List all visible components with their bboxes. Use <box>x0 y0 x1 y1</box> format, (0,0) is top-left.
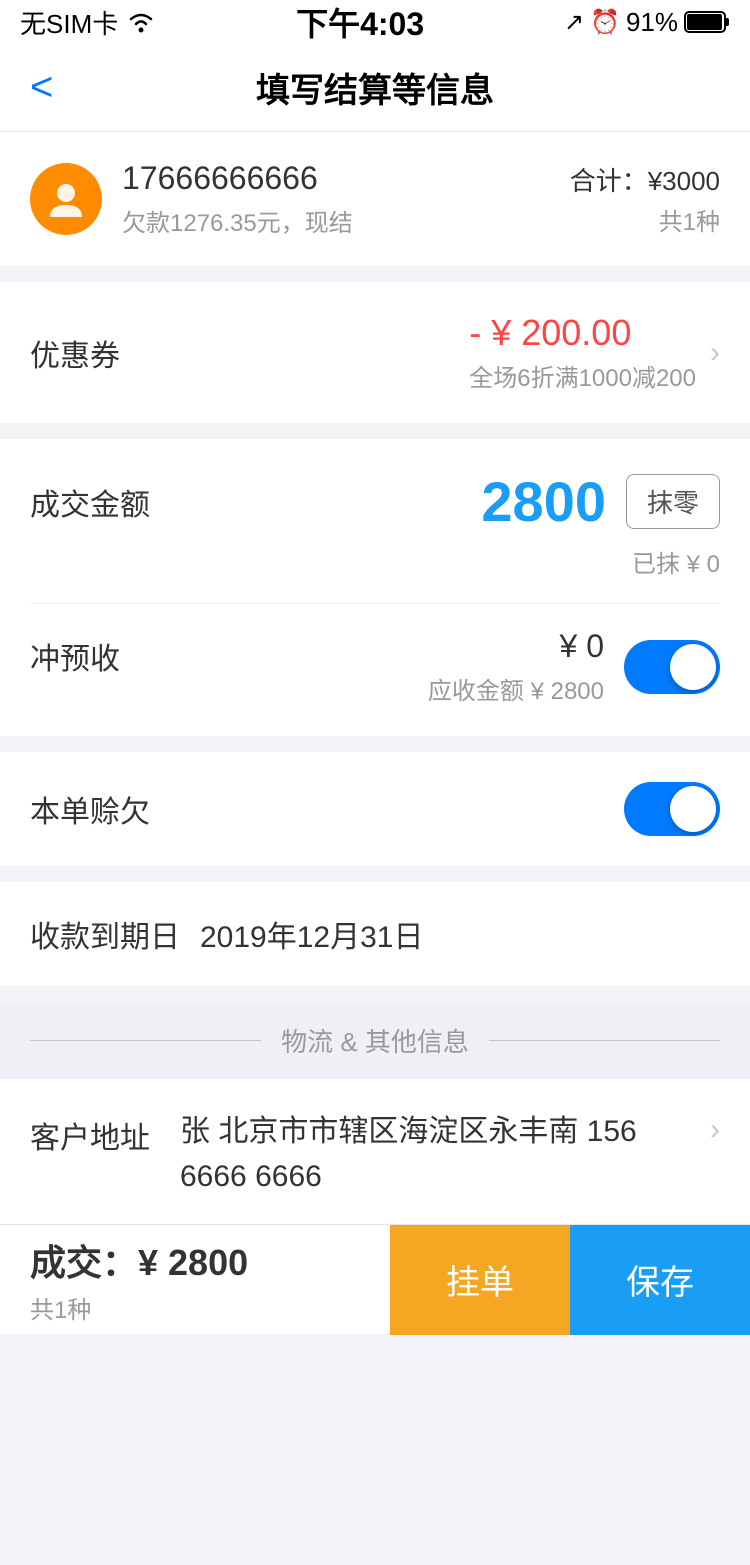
customer-left: 17666666666 欠款1276.35元，现结 <box>30 160 353 238</box>
total-count: 共1种 <box>570 202 720 237</box>
bottom-deal-value: ¥ 2800 <box>138 1242 248 1283</box>
customer-total: 合计：¥3000 共1种 <box>570 161 720 237</box>
content: 17666666666 欠款1276.35元，现结 合计：¥3000 共1种 优… <box>0 132 750 1565</box>
deal-label: 成交金额 <box>30 480 150 524</box>
deal-amount-row: 成交金额 2800 抹零 <box>0 439 750 544</box>
coupon-desc: 全场6折满1000减200 <box>469 358 696 393</box>
bottom-summary: 成交：¥ 2800 共1种 <box>0 1234 390 1325</box>
customer-debt: 欠款1276.35元，现结 <box>122 203 353 238</box>
battery-icon <box>684 10 730 34</box>
avatar-icon <box>46 179 86 219</box>
prepay-values: ¥ 0 应收金额 ¥ 2800 <box>428 628 604 706</box>
location-icon: ↗ <box>564 8 584 37</box>
deal-sub: 已抹 ¥ 0 <box>0 544 750 603</box>
status-bar: 无SIM卡 下午4:03 ↗ ⏰ 91% <box>0 0 750 44</box>
divider-line-left <box>30 1040 261 1041</box>
prepay-row: 冲预收 ¥ 0 应收金额 ¥ 2800 <box>0 604 750 736</box>
coupon-label: 优惠券 <box>30 331 120 375</box>
status-time: 下午4:03 <box>296 0 424 45</box>
round-button[interactable]: 抹零 <box>626 474 720 529</box>
bottom-deal-label: 成交： <box>30 1242 138 1283</box>
coupon-amount: - ¥ 200.00 <box>469 312 696 354</box>
prepay-label: 冲预收 <box>30 628 120 678</box>
bottom-bar: 成交：¥ 2800 共1种 挂单 保存 <box>0 1224 750 1334</box>
hang-button[interactable]: 挂单 <box>390 1225 570 1335</box>
prepay-amount: ¥ 0 <box>428 628 604 665</box>
logistics-label: 物流 & 其他信息 <box>281 1022 469 1059</box>
coupon-section: 优惠券 - ¥ 200.00 全场6折满1000减200 › <box>0 282 750 423</box>
coupon-row[interactable]: 优惠券 - ¥ 200.00 全场6折满1000减200 › <box>0 282 750 423</box>
customer-info: 17666666666 欠款1276.35元，现结 <box>122 160 353 238</box>
logistics-divider: 物流 & 其他信息 <box>0 1002 750 1079</box>
coupon-chevron: › <box>710 336 720 370</box>
save-button[interactable]: 保存 <box>570 1225 750 1335</box>
coupon-right: - ¥ 200.00 全场6折满1000减200 › <box>469 312 720 393</box>
deal-right: 2800 抹零 <box>481 469 720 534</box>
due-date-value: 2019年12月31日 <box>200 912 423 956</box>
carrier-text: 无SIM卡 <box>20 4 118 41</box>
bottom-deal-amount: 成交：¥ 2800 <box>30 1234 360 1286</box>
address-value: 张 北京市市辖区海淀区永丰南 156 6666 6666 <box>180 1109 700 1199</box>
total-label: 合计：¥3000 <box>570 161 720 198</box>
deal-value: 2800 <box>481 469 606 534</box>
customer-phone: 17666666666 <box>122 160 353 197</box>
status-carrier: 无SIM卡 <box>20 4 156 41</box>
prepay-right: ¥ 0 应收金额 ¥ 2800 <box>428 628 720 706</box>
due-date-section: 收款到期日 2019年12月31日 <box>0 882 750 986</box>
divider-line-right <box>489 1040 720 1041</box>
wifi-icon <box>126 11 156 33</box>
back-button[interactable]: < <box>20 55 63 120</box>
nav-bar: < 填写结算等信息 <box>0 44 750 132</box>
nav-title: 填写结算等信息 <box>256 63 494 112</box>
address-chevron: › <box>710 1109 720 1147</box>
address-label: 客户地址 <box>30 1109 150 1157</box>
avatar <box>30 163 102 235</box>
due-date-label: 收款到期日 <box>30 912 180 956</box>
debit-label: 本单赊欠 <box>30 787 150 831</box>
customer-card: 17666666666 欠款1276.35元，现结 合计：¥3000 共1种 <box>0 132 750 266</box>
status-indicators: ↗ ⏰ 91% <box>564 7 730 38</box>
prepay-receivable: 应收金额 ¥ 2800 <box>428 671 604 706</box>
address-section[interactable]: 客户地址 张 北京市市辖区海淀区永丰南 156 6666 6666 › <box>0 1079 750 1229</box>
alarm-icon: ⏰ <box>590 8 620 37</box>
amount-section: 成交金额 2800 抹零 已抹 ¥ 0 冲预收 ¥ 0 应收金额 ¥ 2800 <box>0 439 750 736</box>
prepay-toggle[interactable] <box>624 640 720 694</box>
bottom-count: 共1种 <box>30 1290 360 1325</box>
battery-text: 91% <box>626 7 678 38</box>
debit-toggle[interactable] <box>624 782 720 836</box>
debit-section: 本单赊欠 <box>0 752 750 866</box>
